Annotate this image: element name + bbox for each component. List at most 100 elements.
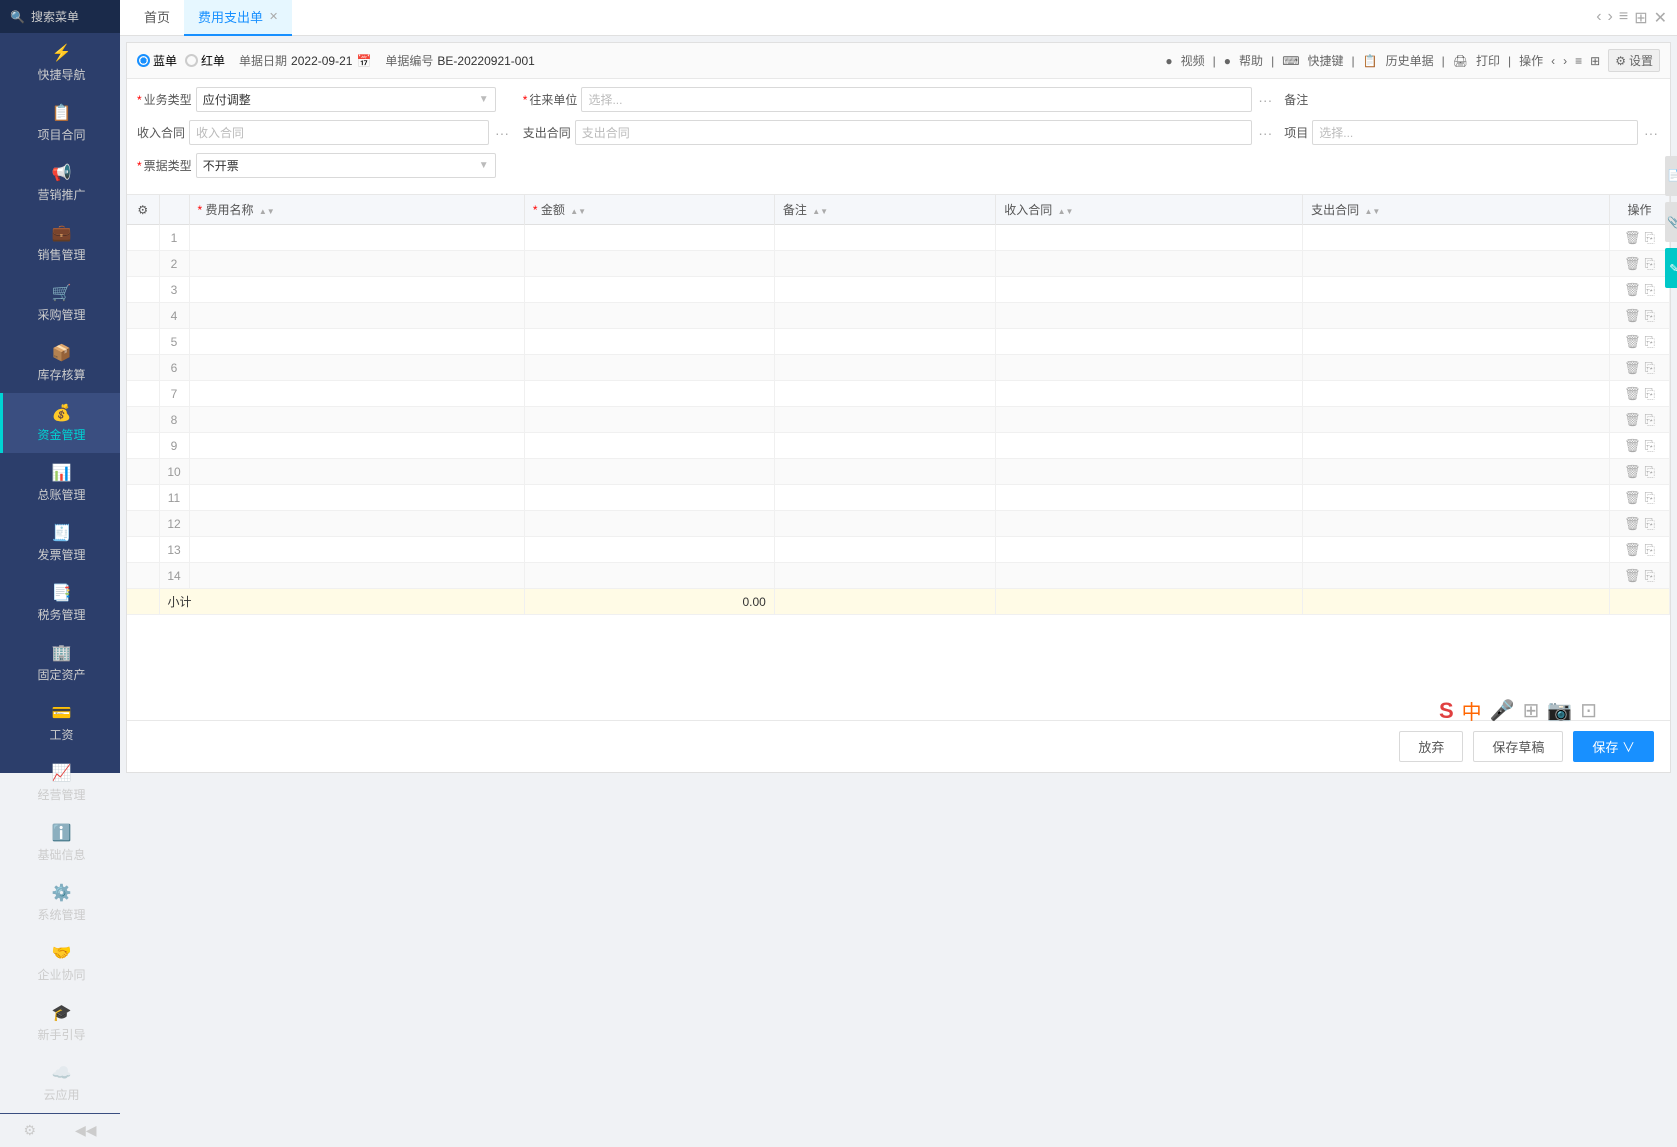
window-close-icon[interactable]: ✕ [1654, 8, 1667, 28]
sidebar-item-project-contract[interactable]: 📋 项目合同 [0, 93, 120, 153]
expense-contract-cell[interactable] [1303, 225, 1610, 251]
toolbar-print-label[interactable]: 打印 [1476, 52, 1500, 69]
copy-row-icon[interactable]: ⎘ [1645, 360, 1655, 376]
toolbar-video-label[interactable]: 视频 [1181, 52, 1205, 69]
delete-row-icon[interactable]: 🗑 [1624, 568, 1641, 584]
amount-cell[interactable] [524, 563, 774, 589]
remark-cell[interactable] [774, 329, 995, 355]
remark-cell[interactable] [774, 433, 995, 459]
delete-row-icon[interactable]: 🗑 [1624, 386, 1641, 402]
remark-cell[interactable] [774, 459, 995, 485]
copy-row-icon[interactable]: ⎘ [1645, 490, 1655, 506]
income-contract-cell[interactable] [996, 329, 1303, 355]
expense-name-cell[interactable] [189, 277, 524, 303]
income-contract-cell[interactable] [996, 225, 1303, 251]
expense-name-cell[interactable] [189, 355, 524, 381]
sort-amount-icon[interactable]: ▲▼ [570, 207, 586, 216]
income-contract-cell[interactable] [996, 251, 1303, 277]
remark-cell[interactable] [774, 303, 995, 329]
amount-cell[interactable] [524, 407, 774, 433]
sidebar-item-capital[interactable]: 💰 资金管理 [0, 393, 120, 453]
sort-income-icon[interactable]: ▲▼ [1058, 207, 1074, 216]
sidebar-item-accounting[interactable]: 📊 总账管理 [0, 453, 120, 513]
sidebar-item-enterprise[interactable]: 🤝 企业协同 [0, 933, 120, 993]
expense-contract-ellipsis-icon[interactable]: ··· [1256, 125, 1274, 141]
expense-name-cell[interactable] [189, 459, 524, 485]
expense-name-cell[interactable] [189, 511, 524, 537]
copy-row-icon[interactable]: ⎘ [1645, 516, 1655, 532]
expense-contract-cell[interactable] [1303, 563, 1610, 589]
right-panel-doc-btn[interactable]: 📄 [1665, 156, 1677, 196]
delete-row-icon[interactable]: 🗑 [1624, 464, 1641, 480]
expense-name-cell[interactable] [189, 537, 524, 563]
expense-name-cell[interactable] [189, 381, 524, 407]
copy-row-icon[interactable]: ⎘ [1645, 386, 1655, 402]
expense-name-cell[interactable] [189, 303, 524, 329]
th-gear[interactable]: ⚙ [127, 195, 159, 225]
expense-name-cell[interactable] [189, 563, 524, 589]
expense-contract-cell[interactable] [1303, 329, 1610, 355]
settings-bottom-icon[interactable]: ⚙ [23, 1122, 36, 1139]
income-contract-cell[interactable] [996, 407, 1303, 433]
income-contract-cell[interactable] [996, 459, 1303, 485]
discard-button[interactable]: 放弃 [1399, 731, 1463, 762]
toolbar-operations-label[interactable]: 操作 [1519, 52, 1543, 69]
remark-cell[interactable] [774, 537, 995, 563]
expense-contract-cell[interactable] [1303, 303, 1610, 329]
copy-row-icon[interactable]: ⎘ [1645, 308, 1655, 324]
sidebar-item-salary[interactable]: 💳 工资 [0, 693, 120, 753]
copy-row-icon[interactable]: ⎘ [1645, 464, 1655, 480]
expense-name-cell[interactable] [189, 407, 524, 433]
copy-row-icon[interactable]: ⎘ [1645, 230, 1655, 246]
sidebar-item-marketing[interactable]: 📢 营销推广 [0, 153, 120, 213]
remark-cell[interactable] [774, 563, 995, 589]
tab-prev-icon[interactable]: ‹ [1596, 8, 1601, 28]
income-contract-cell[interactable] [996, 563, 1303, 589]
sidebar-item-fixed-assets[interactable]: 🏢 固定资产 [0, 633, 120, 693]
remark-cell[interactable] [774, 407, 995, 433]
delete-row-icon[interactable]: 🗑 [1624, 490, 1641, 506]
amount-cell[interactable] [524, 225, 774, 251]
invoice-type-select[interactable]: 不开票 ▼ [196, 153, 496, 178]
expense-contract-cell[interactable] [1303, 251, 1610, 277]
th-remark[interactable]: 备注 ▲▼ [774, 195, 995, 225]
amount-cell[interactable] [524, 329, 774, 355]
tab-grid-icon[interactable]: ⊞ [1634, 8, 1647, 28]
tab-next-icon[interactable]: › [1608, 8, 1613, 28]
expense-contract-cell[interactable] [1303, 433, 1610, 459]
amount-cell[interactable] [524, 485, 774, 511]
sidebar-item-tax[interactable]: 📑 税务管理 [0, 573, 120, 633]
right-panel-clip-btn[interactable]: 📎 [1665, 202, 1677, 242]
delete-row-icon[interactable]: 🗑 [1624, 308, 1641, 324]
sort-expense-icon[interactable]: ▲▼ [1364, 207, 1380, 216]
delete-row-icon[interactable]: 🗑 [1624, 334, 1641, 350]
sidebar-item-inventory[interactable]: 📦 库存核算 [0, 333, 120, 393]
save-button[interactable]: 保存 ∨ [1573, 731, 1654, 762]
copy-row-icon[interactable]: ⎘ [1645, 542, 1655, 558]
radio-red[interactable]: 红单 [185, 52, 225, 69]
amount-cell[interactable] [524, 277, 774, 303]
remark-cell[interactable] [774, 511, 995, 537]
tab-expense[interactable]: 费用支出单 ✕ [184, 0, 292, 36]
income-contract-cell[interactable] [996, 537, 1303, 563]
sidebar-item-purchase[interactable]: 🛒 采购管理 [0, 273, 120, 333]
sort-remark-icon[interactable]: ▲▼ [812, 207, 828, 216]
expense-name-cell[interactable] [189, 329, 524, 355]
amount-cell[interactable] [524, 459, 774, 485]
expense-contract-cell[interactable] [1303, 537, 1610, 563]
delete-row-icon[interactable]: 🗑 [1624, 412, 1641, 428]
sidebar-item-invoice[interactable]: 🧾 发票管理 [0, 513, 120, 573]
copy-row-icon[interactable]: ⎘ [1645, 256, 1655, 272]
copy-row-icon[interactable]: ⎘ [1645, 568, 1655, 584]
toolbar-grid-icon[interactable]: ⊞ [1590, 54, 1600, 68]
income-contract-cell[interactable] [996, 355, 1303, 381]
income-contract-cell[interactable] [996, 433, 1303, 459]
radio-blue[interactable]: 蓝单 [137, 52, 177, 69]
copy-row-icon[interactable]: ⎘ [1645, 334, 1655, 350]
amount-cell[interactable] [524, 303, 774, 329]
remark-cell[interactable] [774, 277, 995, 303]
remark-cell[interactable] [774, 355, 995, 381]
delete-row-icon[interactable]: 🗑 [1624, 438, 1641, 454]
income-contract-cell[interactable] [996, 277, 1303, 303]
income-contract-input[interactable]: 收入合同 [189, 120, 489, 145]
